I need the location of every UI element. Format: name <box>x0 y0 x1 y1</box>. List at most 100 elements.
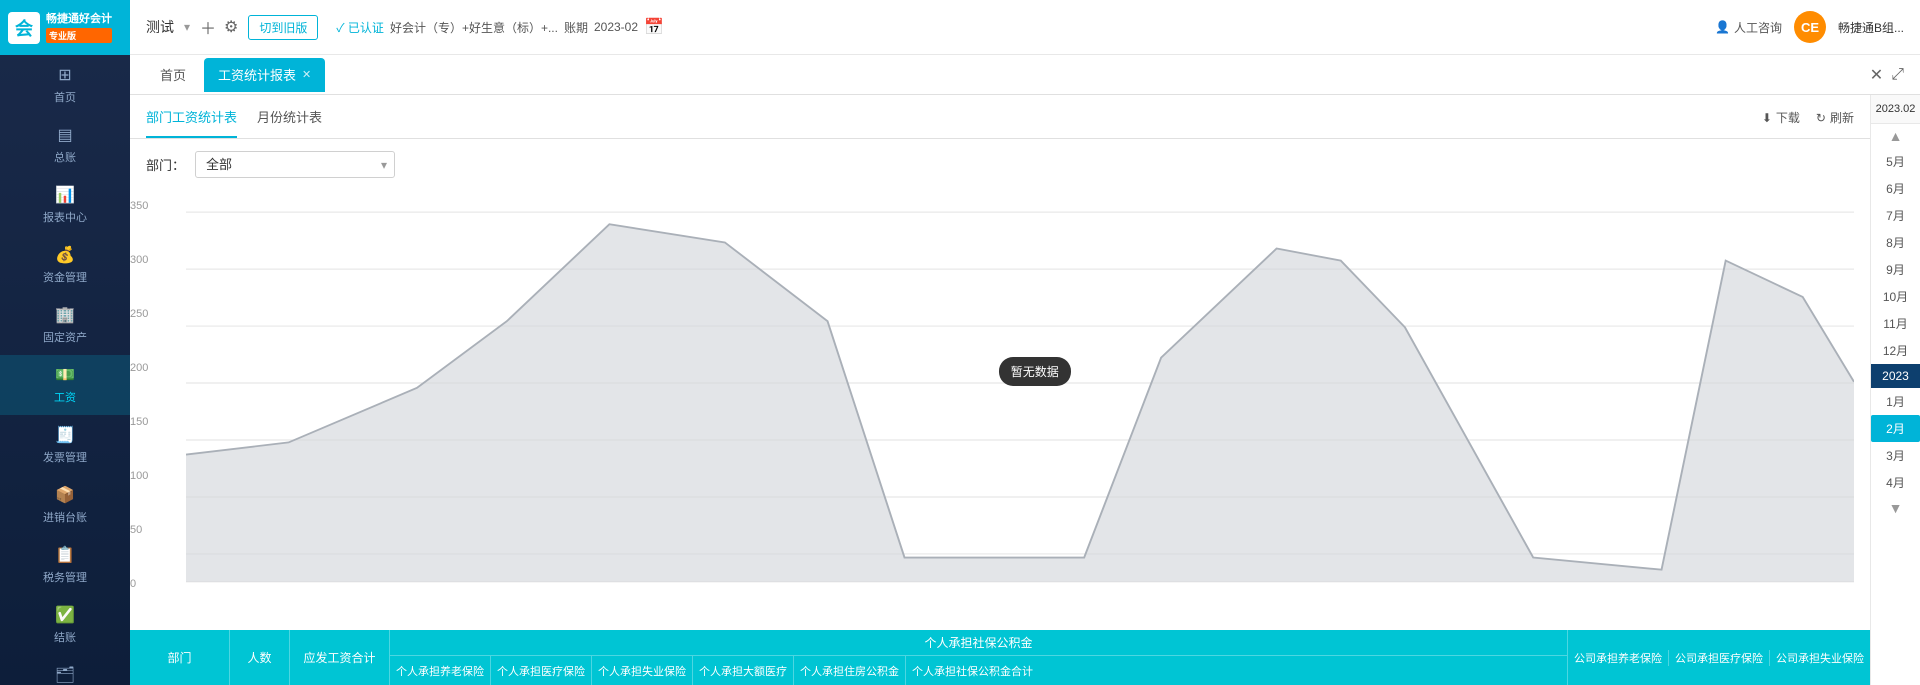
sidebar-item-invoice[interactable]: 🧾 发票管理 <box>0 415 130 475</box>
sidebar-item-label: 进销台账 <box>43 509 87 525</box>
salary-label: 应发工资合计 <box>303 649 375 666</box>
topbar-title: 测试 <box>146 17 174 37</box>
right-panel-date: 2023.02 <box>1871 95 1920 124</box>
table-col-people: 人数 <box>230 630 290 685</box>
y-label-350: 350 <box>130 200 166 212</box>
sidebar-item-tax[interactable]: 📋 税务管理 <box>0 535 130 595</box>
table-col-dept: 部门 <box>130 630 230 685</box>
sidebar-item-funds[interactable]: 💰 资金管理 <box>0 235 130 295</box>
download-icon: ⬇ <box>1762 111 1772 125</box>
switch-to-old-btn[interactable]: 切到旧版 <box>248 15 318 40</box>
sidebar-item-assets[interactable]: 🏢 固定资产 <box>0 295 130 355</box>
right-panel-down-btn[interactable]: ▼ <box>1871 496 1920 520</box>
right-panel-month-7[interactable]: 7月 <box>1871 202 1920 229</box>
sidebar-item-label: 结账 <box>54 629 76 645</box>
ledger-icon: ▤ <box>57 125 72 145</box>
purchase-icon: 📦 <box>55 485 75 505</box>
content-area: 部门工资统计表 月份统计表 ⬇ 下载 ↻ 刷新 <box>130 95 1920 685</box>
add-icon[interactable]: ＋ <box>200 15 216 39</box>
calendar-icon[interactable]: 📅 <box>644 17 664 37</box>
sidebar-item-label: 税务管理 <box>43 569 87 585</box>
right-panel-month-6[interactable]: 6月 <box>1871 175 1920 202</box>
sub-tab-monthly-label: 月份统计表 <box>257 110 322 125</box>
sidebar: 会 畅捷通好会计 专业版 ⊞ 首页 ▤ 总账 📊 报表中心 💰 资金管理 🏢 固… <box>0 0 130 685</box>
topbar-icons: ＋ ⚙ <box>200 15 238 39</box>
download-btn[interactable]: ⬇ 下载 <box>1762 109 1800 126</box>
sidebar-item-label: 总账 <box>54 149 76 165</box>
topbar-dropdown-arrow[interactable]: ▾ <box>184 20 190 34</box>
sidebar-item-label: 固定资产 <box>43 329 87 345</box>
col-company-unemployment: 公司承担失业保险 <box>1770 650 1870 666</box>
chart-y-labels: 350 300 250 200 150 100 50 0 <box>130 200 166 590</box>
settings-gear-icon[interactable]: ⚙ <box>224 17 238 37</box>
chart-container: 350 300 250 200 150 100 50 0 <box>130 190 1870 630</box>
people-label: 人数 <box>247 649 271 666</box>
app-logo: 会 畅捷通好会计 专业版 <box>0 0 130 55</box>
tab-home-label: 首页 <box>160 65 186 84</box>
col-personal-housing-fund: 个人承担住房公积金 <box>794 656 906 685</box>
certified-tag: ✓ 已认证 <box>336 19 384 36</box>
help-btn[interactable]: 👤 人工咨询 <box>1715 19 1782 36</box>
right-panel-month-8[interactable]: 8月 <box>1871 229 1920 256</box>
sidebar-item-label: 报表中心 <box>43 209 87 225</box>
checkout-icon: ✅ <box>55 605 75 625</box>
tab-window-controls: ✕ ⤢ <box>1870 65 1904 85</box>
right-panel-year-2023[interactable]: 2023 <box>1871 364 1920 388</box>
y-label-300: 300 <box>130 254 166 266</box>
tabbar: 首页 工资统计报表 ✕ ✕ ⤢ <box>130 55 1920 95</box>
maximize-window-btn[interactable]: ⤢ <box>1891 66 1904 84</box>
dept-filter-select[interactable]: 全部 <box>195 151 395 178</box>
close-window-btn[interactable]: ✕ <box>1870 65 1883 85</box>
right-panel-month-11[interactable]: 11月 <box>1871 310 1920 337</box>
reports-icon: 📊 <box>55 185 75 205</box>
right-panel-month-4[interactable]: 4月 <box>1871 469 1920 496</box>
period-label: 账期 <box>564 19 588 36</box>
sidebar-item-checkout[interactable]: ✅ 结账 <box>0 595 130 655</box>
col-company-pension: 公司承担养老保险 <box>1568 650 1669 666</box>
logo-text: 畅捷通好会计 <box>46 12 112 26</box>
col-personal-pension: 个人承担养老保险 <box>390 656 491 685</box>
group-header-personal: 个人承担社保公积金 <box>390 630 1567 656</box>
help-icon: 👤 <box>1715 20 1730 34</box>
right-panel-up-btn[interactable]: ▲ <box>1871 124 1920 148</box>
y-label-100: 100 <box>130 470 166 482</box>
sidebar-item-label: 首页 <box>54 89 76 105</box>
sidebar-item-salary[interactable]: 💵 工资 <box>0 355 130 415</box>
right-panel-month-5[interactable]: 5月 <box>1871 148 1920 175</box>
funds-icon: 💰 <box>55 245 75 265</box>
sidebar-item-home[interactable]: ⊞ 首页 <box>0 55 130 115</box>
archive-icon: 🗂 <box>55 665 75 685</box>
sub-tab-monthly[interactable]: 月份统计表 <box>257 107 322 138</box>
y-label-0: 0 <box>130 578 166 590</box>
y-label-150: 150 <box>130 416 166 428</box>
right-panel-month-2[interactable]: 2月 <box>1871 415 1920 442</box>
sub-tabbar: 部门工资统计表 月份统计表 ⬇ 下载 ↻ 刷新 <box>130 95 1870 139</box>
right-panel-month-1[interactable]: 1月 <box>1871 388 1920 415</box>
sidebar-item-ledger[interactable]: ▤ 总账 <box>0 115 130 175</box>
col-personal-unemployment: 个人承担失业保险 <box>592 656 693 685</box>
tab-salary-report[interactable]: 工资统计报表 ✕ <box>204 58 325 92</box>
sidebar-item-purchase[interactable]: 📦 进销台账 <box>0 475 130 535</box>
dept-filter-label: 部门： <box>146 155 185 174</box>
right-panel-month-12[interactable]: 12月 <box>1871 337 1920 364</box>
invoice-icon: 🧾 <box>55 425 75 445</box>
sidebar-item-label: 资金管理 <box>43 269 87 285</box>
y-label-200: 200 <box>130 362 166 374</box>
right-panel-month-3[interactable]: 3月 <box>1871 442 1920 469</box>
refresh-icon: ↻ <box>1816 111 1826 125</box>
sub-tab-dept[interactable]: 部门工资统计表 <box>146 107 237 138</box>
sidebar-item-reports[interactable]: 📊 报表中心 <box>0 175 130 235</box>
tab-home[interactable]: 首页 <box>146 58 200 92</box>
tab-close-btn[interactable]: ✕ <box>302 68 311 81</box>
pro-badge: 专业版 <box>46 28 112 43</box>
user-name[interactable]: 畅捷通B组... <box>1838 19 1904 36</box>
refresh-label: 刷新 <box>1830 109 1854 126</box>
right-panel-month-9[interactable]: 9月 <box>1871 256 1920 283</box>
right-panel-month-10[interactable]: 10月 <box>1871 283 1920 310</box>
sidebar-item-archive[interactable]: 🗂 归档管理 <box>0 655 130 685</box>
sub-tab-dept-label: 部门工资统计表 <box>146 110 237 125</box>
user-avatar[interactable]: CE <box>1794 11 1826 43</box>
topbar: 测试 ▾ ＋ ⚙ 切到旧版 ✓ 已认证 好会计（专）+好生意（标）+... 账期… <box>130 0 1920 55</box>
logo-icon: 会 <box>8 12 40 44</box>
refresh-btn[interactable]: ↻ 刷新 <box>1816 109 1854 126</box>
